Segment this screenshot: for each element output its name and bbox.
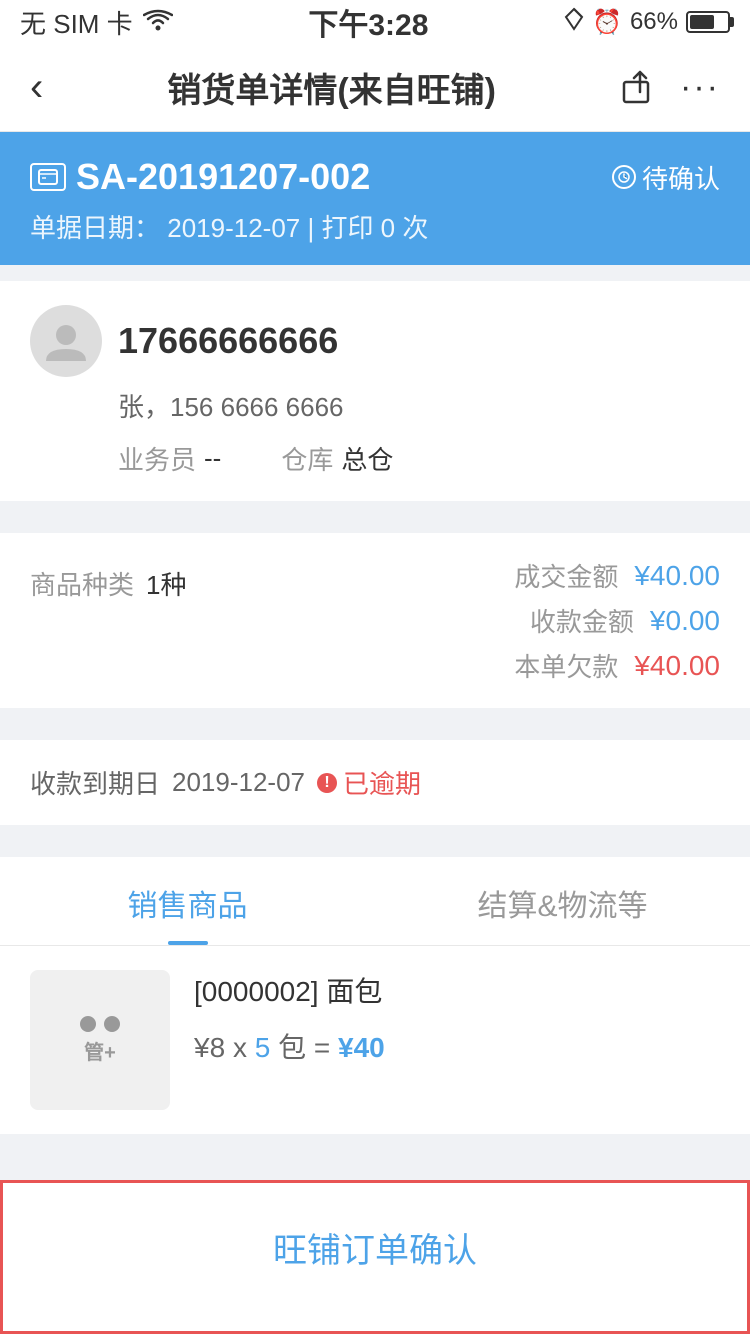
summary-section: 商品种类 1种 成交金额 ¥40.00 收款金额 ¥0.00 本单欠款 ¥40.… [0,533,750,708]
divider-4 [0,841,750,857]
due-date-label: 收款到期日 [30,764,160,801]
nav-bar: ‹ 销货单详情(来自旺铺) ··· [0,44,750,132]
customer-top: 17666666666 [30,305,720,377]
battery-icon [686,11,730,33]
order-header: SA-20191207-002 待确认 单据日期： 2019-12-07 | 打… [0,132,750,265]
tab-sales-products-label: 销售商品 [128,890,248,923]
customer-section: 17666666666 张，156 6666 6666 业务员 -- 仓库 总仓 [0,281,750,501]
sales-rep-value: -- [204,443,221,474]
customer-name: 张，156 6666 6666 [118,387,720,424]
logo-eyes [80,1016,120,1032]
product-type-label: 商品种类 [30,565,134,602]
confirm-btn-container: 旺铺订单确认 [0,1180,750,1334]
location-icon [564,7,584,38]
order-status-text: 待确认 [642,159,720,196]
order-id-text: SA-20191207-002 [76,156,370,198]
header-top-row: SA-20191207-002 待确认 [30,156,720,198]
time-display: 下午3:28 [308,0,428,44]
order-status-badge: 待确认 [612,159,720,196]
collected-amount-label: 收款金额 [530,602,634,639]
due-amount-value: ¥40.00 [634,650,720,682]
warehouse-value: 总仓 [341,440,393,477]
date-label: 单据日期： [30,213,160,243]
tab-settlement-label: 结算&物流等 [477,890,647,923]
product-name-text: 面包 [326,976,382,1007]
due-date-section: 收款到期日 2019-12-07 ! 已逾期 [0,740,750,825]
wifi-icon [143,7,173,38]
order-date-row: 单据日期： 2019-12-07 | 打印 0 次 [30,208,720,245]
date-value: 2019-12-07 [167,213,300,243]
due-amount-label: 本单欠款 [514,647,618,684]
clock-icon [612,165,636,189]
alarm-icon: ⏰ [592,8,622,37]
product-unit: 包 [278,1032,306,1063]
product-qty: 5 [255,1032,271,1063]
status-left: 无 SIM 卡 [20,4,173,41]
transaction-amount-row: 成交金额 ¥40.00 [514,557,720,594]
collected-amount-row: 收款金额 ¥0.00 [530,602,720,639]
avatar [30,305,102,377]
product-name: [0000002] 面包 [194,970,720,1010]
due-date-value: 2019-12-07 [172,767,305,798]
sales-rep-label: 业务员 [118,440,196,477]
divider-1 [0,265,750,281]
status-right: ⏰ 66% [564,7,730,38]
equals-sign: = [314,1032,330,1063]
logo-text: 管+ [84,1036,116,1065]
summary-right: 成交金额 ¥40.00 收款金额 ¥0.00 本单欠款 ¥40.00 [514,557,720,684]
battery-text: 66% [630,8,678,36]
overdue-text: 已逾期 [343,764,421,801]
product-thumbnail: 管+ [30,970,170,1110]
product-section: 管+ [0000002] 面包 ¥8 x 5 包 = ¥40 [0,946,750,1134]
divider-2 [0,517,750,533]
due-amount-row: 本单欠款 ¥40.00 [514,647,720,684]
product-price: ¥8 x 5 包 = ¥40 [194,1026,720,1066]
order-icon [30,163,66,191]
collected-amount-value: ¥0.00 [650,605,720,637]
overdue-icon: ! [317,773,337,793]
tabs-bar: 销售商品 结算&物流等 [0,857,750,946]
transaction-amount-value: ¥40.00 [634,560,720,592]
product-info: [0000002] 面包 ¥8 x 5 包 = ¥40 [194,970,720,1110]
product-total: ¥40 [338,1032,385,1063]
overdue-badge: ! 已逾期 [317,764,421,801]
customer-phone: 17666666666 [118,320,338,362]
confirm-order-button[interactable]: 旺铺订单确认 [43,1203,707,1291]
logo-eye-right [104,1016,120,1032]
carrier-text: 无 SIM 卡 [20,4,133,41]
nav-title: 销货单详情(来自旺铺) [167,63,496,112]
multiply-sign: x [233,1032,247,1063]
print-info: | 打印 0 次 [307,213,428,243]
product-code: [0000002] [194,976,319,1007]
warehouse-item: 仓库 总仓 [281,440,393,477]
logo-eye-left [80,1016,96,1032]
price-value: ¥8 [194,1032,225,1063]
warehouse-label: 仓库 [281,440,333,477]
status-bar: 无 SIM 卡 下午3:28 ⏰ 66% [0,0,750,44]
nav-actions: ··· [620,68,720,108]
summary-left: 商品种类 1种 [30,557,514,602]
order-id: SA-20191207-002 [30,156,370,198]
product-logo: 管+ [80,1016,120,1065]
tabs-container: 销售商品 结算&物流等 [0,857,750,946]
customer-meta: 业务员 -- 仓库 总仓 [118,440,720,477]
more-button[interactable]: ··· [680,68,720,107]
product-type-value: 1种 [146,565,186,602]
share-button[interactable] [620,68,660,108]
transaction-amount-label: 成交金额 [514,557,618,594]
tab-sales-products[interactable]: 销售商品 [0,857,375,945]
summary-grid: 商品种类 1种 成交金额 ¥40.00 收款金额 ¥0.00 本单欠款 ¥40.… [30,557,720,684]
back-button[interactable]: ‹ [30,65,43,110]
tab-settlement[interactable]: 结算&物流等 [375,857,750,945]
divider-3 [0,724,750,740]
sales-rep-item: 业务员 -- [118,440,221,477]
